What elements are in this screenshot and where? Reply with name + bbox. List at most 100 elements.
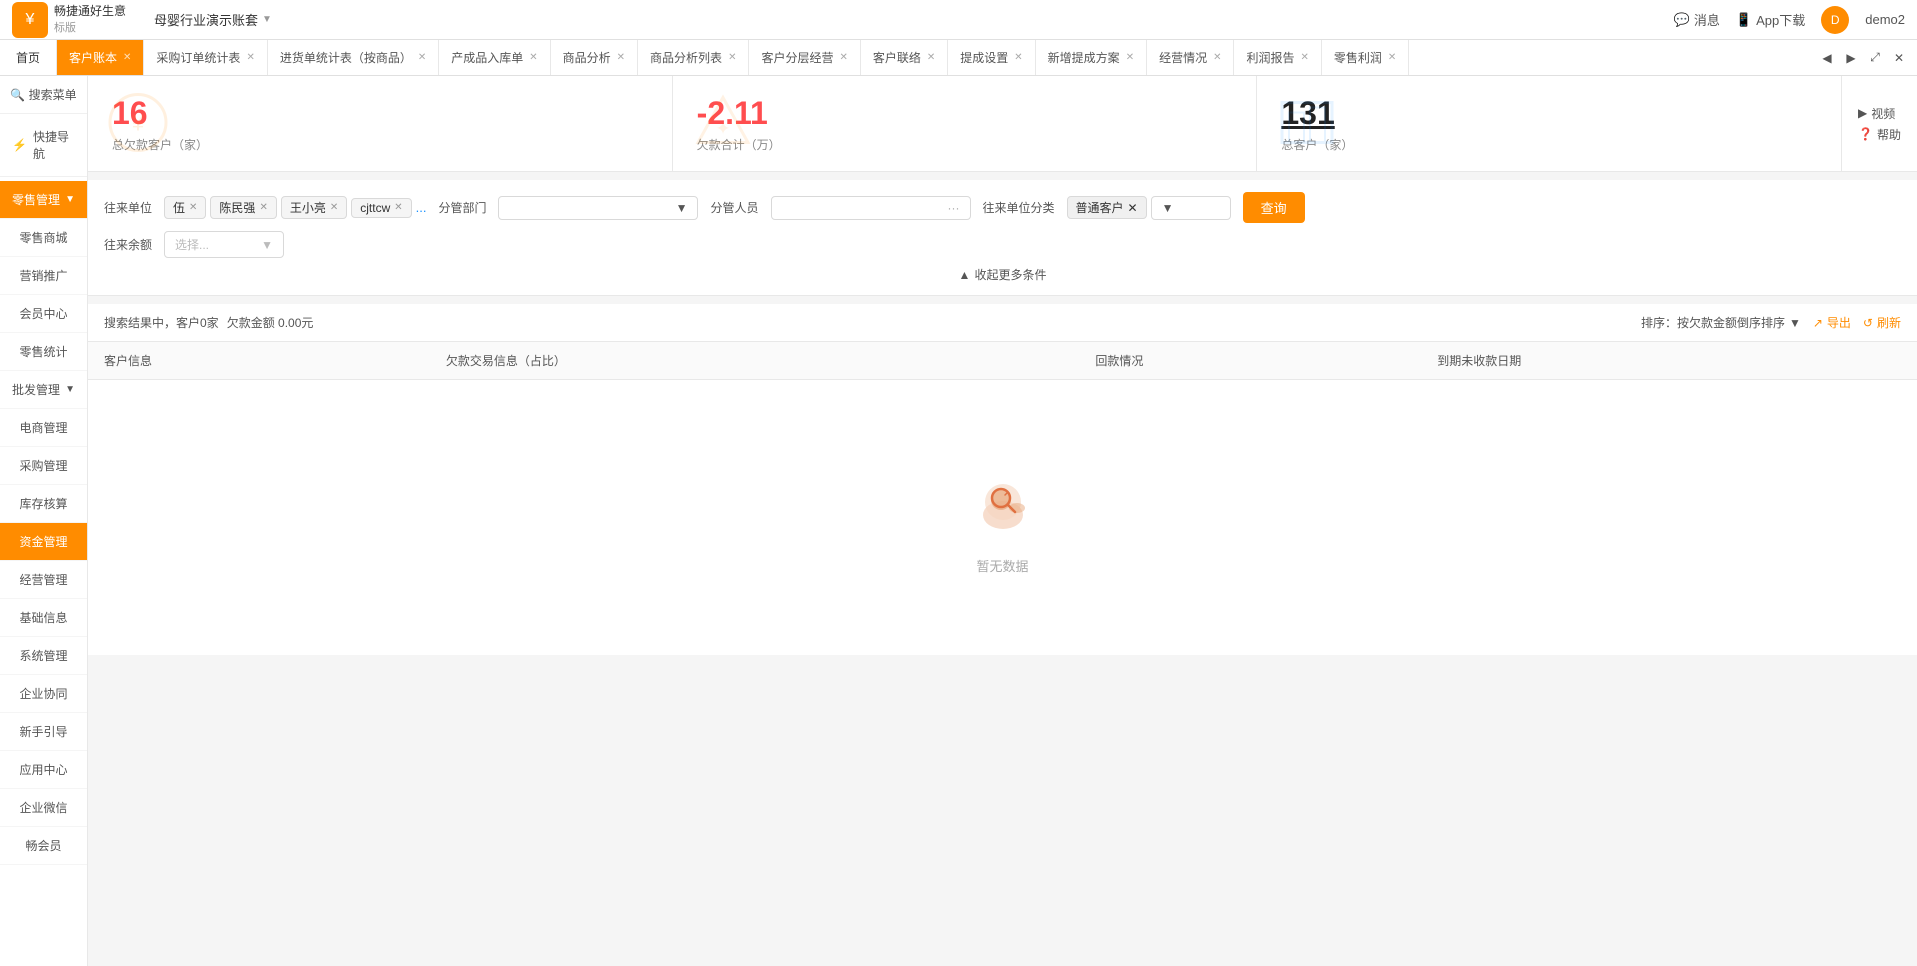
stat-label-customers: 总欠款客户（家） [112,136,648,153]
tab-close-icon[interactable]: ✕ [1213,52,1221,63]
tab-close-icon[interactable]: ✕ [418,52,426,63]
tab-new-commission[interactable]: 新增提成方案 ✕ [1036,40,1147,76]
table-toolbar: 搜索结果中，客户0家 欠款金额 0.00元 排序：按欠款金额倒序排序 ▼ ↗ 导… [88,304,1917,342]
sidebar-item-enterprise[interactable]: 企业协同 [0,675,87,713]
export-icon: ↗ [1813,316,1823,330]
svg-text:✦: ✦ [715,118,730,138]
tag-close-icon[interactable]: ✕ [330,202,338,213]
unit-tag-wang: 王小亮 ✕ [281,196,347,219]
classify-select[interactable]: ▼ [1151,196,1231,220]
sidebar-item-vip[interactable]: 畅会员 [0,827,87,865]
tab-close-all-button[interactable]: ✕ [1889,48,1909,68]
sidebar-item-wholesale-mgmt[interactable]: 批发管理 ▼ [0,371,87,409]
video-button[interactable]: ▶ 视频 [1858,105,1901,122]
tab-close-icon[interactable]: ✕ [123,52,131,63]
tab-purchase-order[interactable]: 采购订单统计表 ✕ [144,40,267,76]
sidebar-item-label: 会员中心 [19,305,67,322]
person-filter-label: 分管人员 [710,199,758,216]
tab-customer-ledger[interactable]: 客户账本 ✕ [57,40,144,76]
tab-product-analysis[interactable]: 商品分析 ✕ [551,40,638,76]
dept-filter-select[interactable]: ▼ [498,196,698,220]
tab-close-icon[interactable]: ✕ [529,52,537,63]
top-bar-right: 💬 消息 📱 App下载 D demo2 [1674,6,1905,34]
help-button[interactable]: ❓ 帮助 [1858,126,1901,143]
sidebar-item-retail-mall[interactable]: 零售商城 [0,219,87,257]
sidebar-item-quick-nav[interactable]: ⚡ 快捷导航 [0,120,87,170]
sidebar-item-newbie[interactable]: 新手引导 [0,713,87,751]
sidebar-item-inventory[interactable]: 库存核算 [0,485,87,523]
message-button[interactable]: 💬 消息 [1674,10,1720,29]
sidebar-item-app-center[interactable]: 应用中心 [0,751,87,789]
tab-close-icon[interactable]: ✕ [839,52,847,63]
sidebar-search[interactable]: 🔍 搜索菜单 [0,76,87,114]
tag-close-icon[interactable]: ✕ [259,202,267,213]
tab-expand-button[interactable]: ⤢ [1865,48,1885,68]
collapse-button[interactable]: ▲ 收起更多条件 [104,266,1901,283]
balance-input[interactable]: 选择... ▼ [164,231,284,258]
tab-close-icon[interactable]: ✕ [1014,52,1022,63]
tab-operations[interactable]: 经营情况 ✕ [1147,40,1234,76]
app-download-button[interactable]: 📱 App下载 [1736,10,1805,29]
tag-close-icon[interactable]: ✕ [394,202,402,213]
tab-label: 产成品入库单 [451,49,523,66]
unit-more-button[interactable]: ... [416,200,427,215]
sidebar-item-label: 经营管理 [19,571,67,588]
empty-state: 暂无数据 [88,380,1917,655]
stat-total-debt: ✦ -2.11 欠款合计（万） [673,76,1258,171]
tab-label: 客户分层经营 [761,49,833,66]
sidebar-item-retail-mgmt[interactable]: 零售管理 ▼ [0,181,87,219]
tab-close-icon[interactable]: ✕ [617,52,625,63]
tab-prev-button[interactable]: ◀ [1817,48,1837,68]
stat-all-customers: 131 总客户（家） [1257,76,1842,171]
tab-close-icon[interactable]: ✕ [1388,52,1396,63]
query-button[interactable]: 查询 [1243,192,1305,223]
tab-customer-contact[interactable]: 客户联络 ✕ [861,40,948,76]
sort-select[interactable]: 排序：按欠款金额倒序排序 ▼ [1641,314,1801,331]
sidebar-item-operations[interactable]: 经营管理 [0,561,87,599]
tab-purchase-goods[interactable]: 进货单统计表（按商品） ✕ [268,40,439,76]
sidebar-item-finance[interactable]: 资金管理 [0,523,87,561]
account-select[interactable]: 母婴行业演示账套 ▼ [154,10,272,29]
refresh-button[interactable]: ↺ 刷新 [1863,314,1901,331]
logo-area: ¥ 畅捷通好生意 标版 [12,2,126,38]
avatar[interactable]: D [1821,6,1849,34]
sidebar-item-system-mgmt[interactable]: 系统管理 [0,637,87,675]
tab-product-inbound[interactable]: 产成品入库单 ✕ [439,40,550,76]
person-filter-select[interactable]: ··· [771,196,971,220]
sidebar-item-member-center[interactable]: 会员中心 [0,295,87,333]
tab-profit-report[interactable]: 利润报告 ✕ [1234,40,1321,76]
stat-total-customers: ¥ 16 总欠款客户（家） [88,76,673,171]
sidebar-item-label: 应用中心 [19,761,67,778]
tab-close-icon[interactable]: ✕ [246,52,254,63]
refresh-icon: ↺ [1863,316,1873,330]
sidebar-item-marketing[interactable]: 营销推广 [0,257,87,295]
tab-retail-profit[interactable]: 零售利润 ✕ [1322,40,1409,76]
tag-close-icon[interactable]: ✕ [189,202,197,213]
tab-product-list[interactable]: 商品分析列表 ✕ [638,40,749,76]
data-table: 客户信息 欠款交易信息（占比） 回款情况 到期未收款日期 [88,342,1917,380]
tab-home[interactable]: 首页 [0,40,57,76]
logo-sub: 标版 [54,19,126,35]
export-button[interactable]: ↗ 导出 [1813,314,1851,331]
tab-close-icon[interactable]: ✕ [927,52,935,63]
chevron-down-icon: ▼ [676,201,688,215]
logo-text: 畅捷通好生意 [54,4,126,20]
username: demo2 [1865,12,1905,27]
sidebar-item-wechat[interactable]: 企业微信 [0,789,87,827]
tab-close-icon[interactable]: ✕ [1301,52,1309,63]
sidebar-item-ecommerce[interactable]: 电商管理 [0,409,87,447]
sidebar-item-label: 营销推广 [19,267,67,284]
classify-tag-close-icon[interactable]: ✕ [1128,201,1138,215]
tab-customer-layer[interactable]: 客户分层经营 ✕ [749,40,860,76]
tab-close-icon[interactable]: ✕ [728,52,736,63]
sidebar-item-retail-stats[interactable]: 零售统计 [0,333,87,371]
sidebar-item-basic-info[interactable]: 基础信息 [0,599,87,637]
tab-commission-settings[interactable]: 提成设置 ✕ [948,40,1035,76]
sidebar-item-purchase[interactable]: 采购管理 [0,447,87,485]
sidebar: 🔍 搜索菜单 ⚡ 快捷导航 零售管理 ▼ 零售商城 营销推广 会员中心 [0,76,88,966]
nav-icon: ⚡ [12,138,27,152]
classify-tag-text: 普通客户 [1076,199,1124,216]
tab-close-icon[interactable]: ✕ [1126,52,1134,63]
tab-next-button[interactable]: ▶ [1841,48,1861,68]
amount-text: 欠款金额 0.00元 [227,314,314,331]
